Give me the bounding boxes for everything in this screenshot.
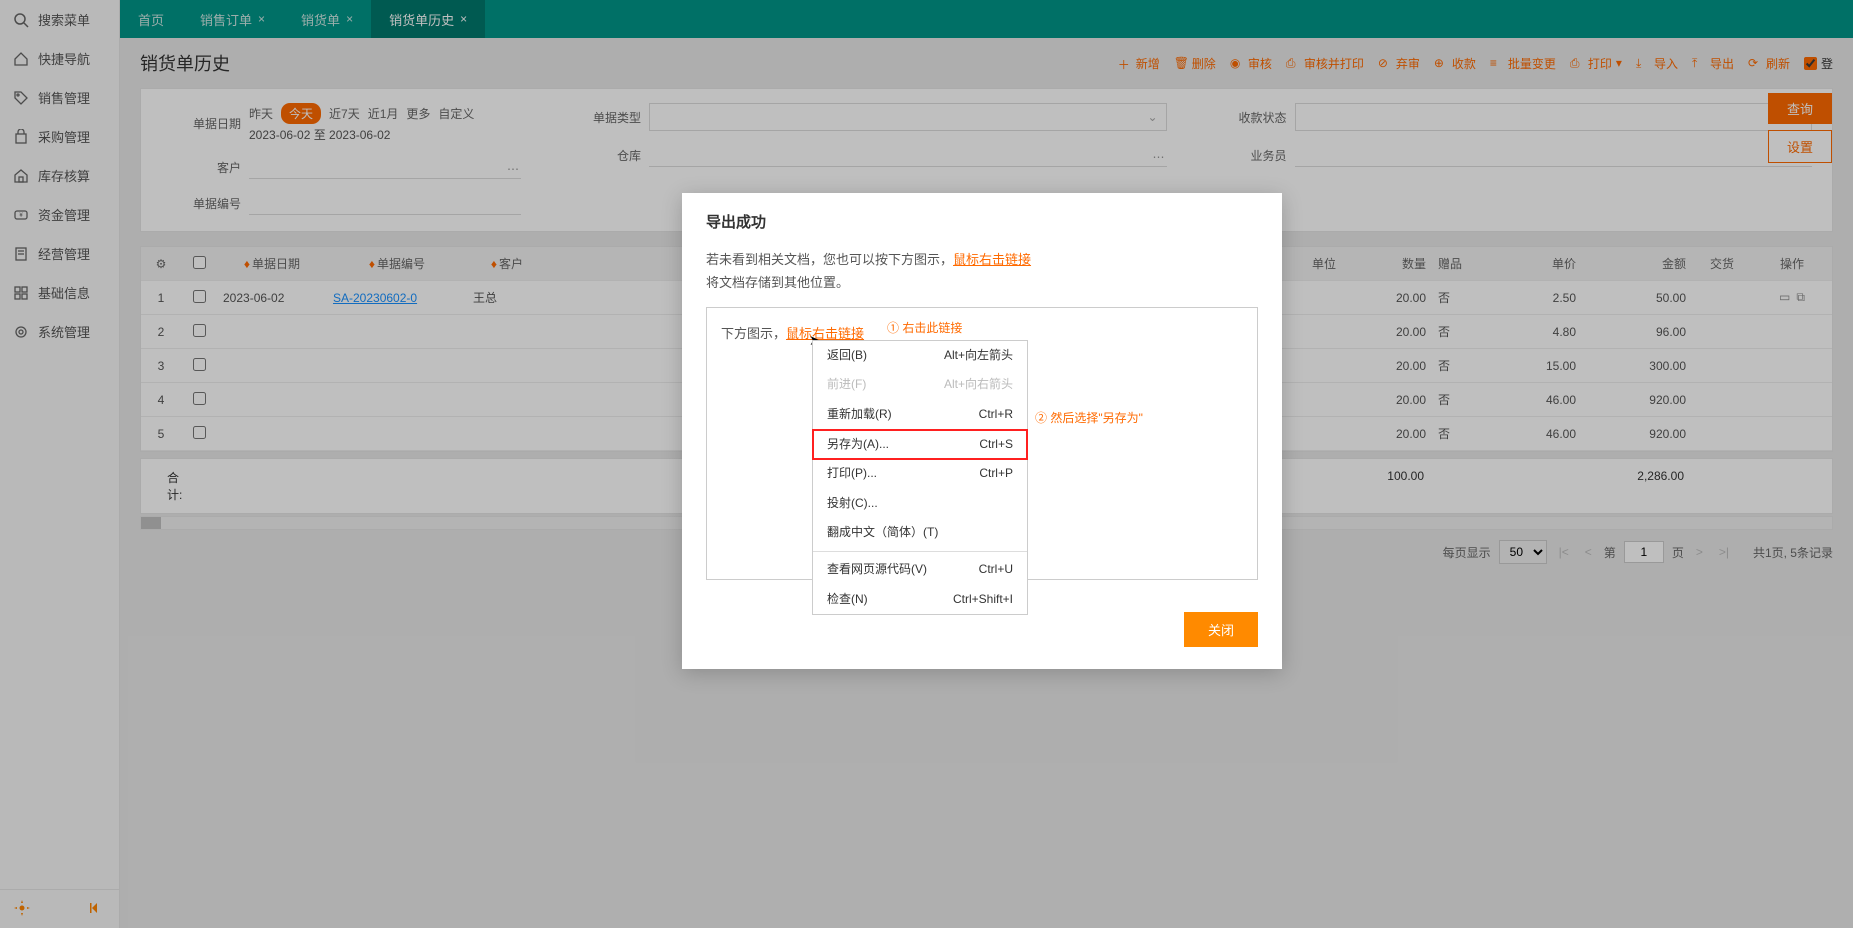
- context-menu-item: 另存为(A)...Ctrl+S: [813, 430, 1027, 460]
- annotation-1: ① 右击此链接: [887, 318, 962, 340]
- modal-title: 导出成功: [682, 193, 1282, 240]
- context-menu-item: 投射(C)...: [813, 489, 1027, 519]
- context-menu-item: 打印(P)...Ctrl+P: [813, 459, 1027, 489]
- context-menu-item: 返回(B)Alt+向左箭头: [813, 341, 1027, 371]
- export-success-modal: 导出成功 若未看到相关文档，您也可以按下方图示，鼠标右击链接 将文档存储到其他位…: [682, 193, 1282, 669]
- context-menu-item: 前进(F)Alt+向右箭头: [813, 370, 1027, 400]
- context-menu-item: 重新加载(R)Ctrl+R: [813, 400, 1027, 430]
- context-menu-item: 翻成中文（简体）(T): [813, 518, 1027, 548]
- context-menu-item: 查看网页源代码(V)Ctrl+U: [813, 555, 1027, 585]
- right-click-link[interactable]: 鼠标右击链接: [953, 252, 1031, 267]
- modal-body: 若未看到相关文档，您也可以按下方图示，鼠标右击链接 将文档存储到其他位置。 下方…: [682, 240, 1282, 598]
- close-button[interactable]: 关闭: [1184, 612, 1258, 647]
- annotation-2: ② 然后选择"另存为": [1035, 408, 1143, 430]
- context-menu-item: 检查(N)Ctrl+Shift+I: [813, 585, 1027, 615]
- diagram-link: 鼠标右击链接: [786, 326, 864, 341]
- instruction-diagram: 下方图示，鼠标右击链接 ➤ ① 右击此链接 返回(B)Alt+向左箭头前进(F)…: [706, 307, 1258, 580]
- context-menu-illustration: 返回(B)Alt+向左箭头前进(F)Alt+向右箭头重新加载(R)Ctrl+R另…: [812, 340, 1028, 615]
